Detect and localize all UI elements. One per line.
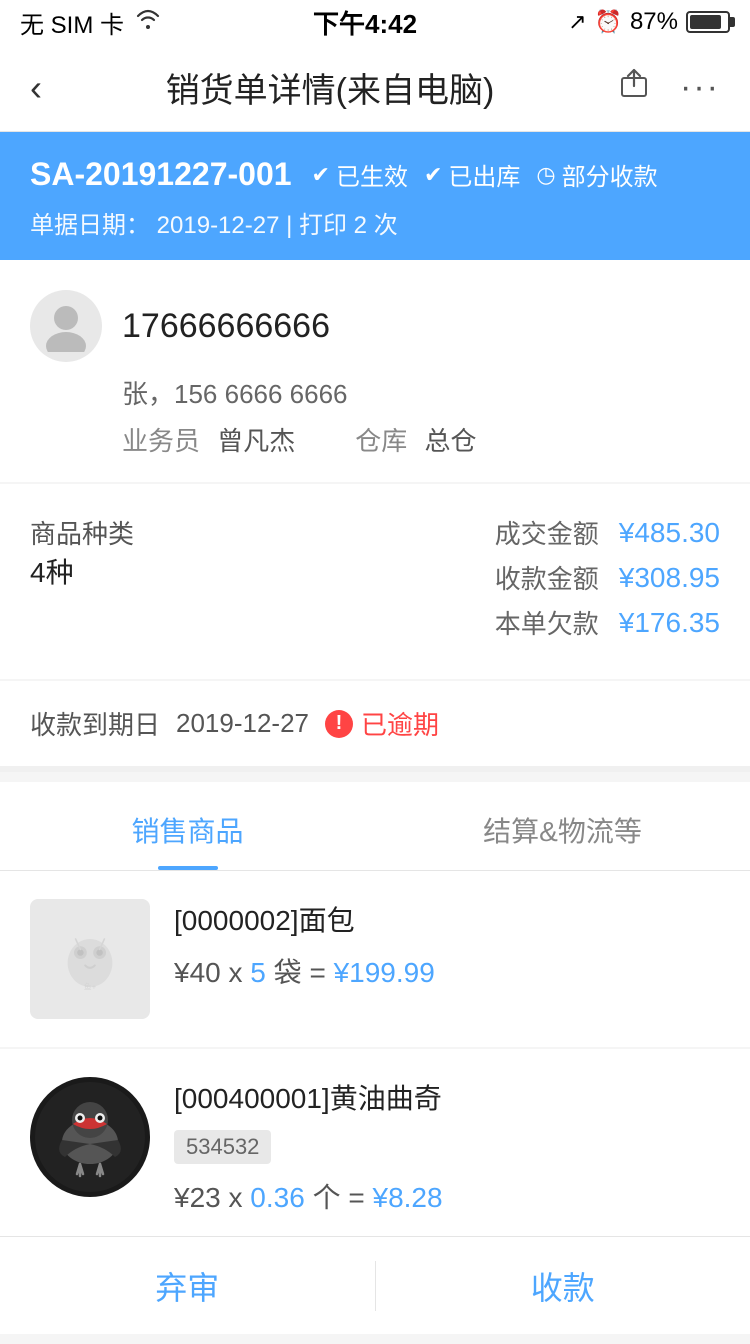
received-label: 收款金额: [495, 559, 599, 596]
meta-print: | 打印 2 次: [286, 212, 398, 239]
status-right: ↗ ⏰ 87%: [568, 8, 730, 36]
alarm-icon: ⏰: [595, 9, 622, 35]
nav-actions: ···: [618, 68, 720, 108]
product-info-1: [0000002]面包 ¥40 x 5 袋 = ¥199.99: [174, 899, 720, 991]
deal-amount-row: 成交金额 ¥485.30: [495, 514, 720, 551]
due-date-label: 收款到期日: [30, 705, 160, 742]
product-badge-2: 534532: [174, 1130, 271, 1164]
owed-label: 本单欠款: [495, 604, 599, 641]
back-button[interactable]: ‹: [30, 67, 42, 109]
order-id: SA-20191227-001: [30, 156, 292, 193]
customer-section: 17666666666 张，156 6666 6666 业务员 曾凡杰 仓库 总…: [0, 260, 750, 482]
meta-date: 2019-12-27: [157, 212, 280, 239]
nav-bar: ‹ 销货单详情(来自电脑) ···: [0, 44, 750, 132]
customer-name: 张，156 6666 6666: [122, 374, 720, 411]
received-row: 收款金额 ¥308.95: [495, 559, 720, 596]
received-value: ¥308.95: [619, 562, 720, 594]
tabs: 销售商品 结算&物流等: [0, 782, 750, 871]
warehouse-name: 总仓: [425, 426, 477, 456]
unit-1: 袋: [274, 957, 302, 988]
staff-label: 业务员: [122, 426, 200, 456]
staff-info: 业务员 曾凡杰: [122, 421, 295, 458]
wifi-icon: [134, 8, 162, 36]
collect-button[interactable]: 收款: [376, 1243, 750, 1329]
overdue-badge: ! 已逾期: [325, 705, 439, 742]
warehouse-info: 仓库 总仓: [355, 421, 476, 458]
deal-amount-label: 成交金额: [495, 514, 599, 551]
total-2: ¥8.28: [373, 1182, 443, 1213]
unit-2: 个: [313, 1182, 341, 1213]
check-icon-2: ✔: [424, 162, 442, 188]
share-button[interactable]: [618, 68, 650, 108]
order-meta: 单据日期： 2019-12-27 | 打印 2 次: [30, 205, 720, 240]
status-left: 无 SIM 卡: [20, 5, 162, 40]
status-time: 下午4:42: [313, 4, 417, 41]
staff-name: 曾凡杰: [217, 426, 295, 456]
staff-row: 业务员 曾凡杰 仓库 总仓: [122, 421, 720, 458]
customer-id: 17666666666: [122, 307, 330, 346]
status-tag-partial: ◷ 部分收款: [536, 157, 657, 192]
price-1: ¥40: [174, 957, 221, 988]
category-label: 商品种类: [30, 519, 134, 549]
bottom-bar: 弃审 收款: [0, 1236, 750, 1334]
warehouse-label: 仓库: [355, 426, 407, 456]
category-value: 4种: [30, 557, 74, 588]
location-icon: ↗: [568, 9, 586, 35]
status-bar: 无 SIM 卡 下午4:42 ↗ ⏰ 87%: [0, 0, 750, 44]
status-tag-shipped: ✔ 已出库: [424, 157, 520, 192]
status-effective: 已生效: [336, 157, 408, 192]
product-price-2: ¥23 x 0.36 个 = ¥8.28: [174, 1176, 720, 1216]
owed-row: 本单欠款 ¥176.35: [495, 604, 720, 641]
owed-value: ¥176.35: [619, 607, 720, 639]
order-header: SA-20191227-001 ✔ 已生效 ✔ 已出库 ◷ 部分收款 单据日期：…: [0, 132, 750, 260]
more-button[interactable]: ···: [680, 68, 720, 107]
status-shipped: 已出库: [448, 157, 520, 192]
product-price-1: ¥40 x 5 袋 = ¥199.99: [174, 951, 720, 991]
product-list: 鱼+ [0000002]面包 ¥40 x 5 袋 = ¥199.99: [0, 871, 750, 1244]
product-name-2: [000400001]黄油曲奇: [174, 1077, 720, 1117]
reject-button[interactable]: 弃审: [0, 1243, 375, 1329]
summary-left: 商品种类 4种: [30, 514, 134, 591]
status-tags: ✔ 已生效 ✔ 已出库 ◷ 部分收款: [312, 157, 658, 192]
product-info-2: [000400001]黄油曲奇 534532 ¥23 x 0.36 个 = ¥8…: [174, 1077, 720, 1216]
battery-icon: [686, 11, 730, 33]
check-icon-1: ✔: [312, 162, 330, 188]
carrier-label: 无 SIM 卡: [20, 5, 124, 40]
overdue-text: 已逾期: [361, 705, 439, 742]
list-item: [000400001]黄油曲奇 534532 ¥23 x 0.36 个 = ¥8…: [0, 1049, 750, 1244]
due-date: 2019-12-27: [176, 708, 309, 739]
status-partial: 部分收款: [562, 157, 658, 192]
order-id-row: SA-20191227-001 ✔ 已生效 ✔ 已出库 ◷ 部分收款: [30, 156, 720, 193]
deal-amount-value: ¥485.30: [619, 517, 720, 549]
list-item: 鱼+ [0000002]面包 ¥40 x 5 袋 = ¥199.99: [0, 871, 750, 1047]
product-name-1: [0000002]面包: [174, 899, 720, 939]
avatar: [30, 290, 102, 362]
product-thumb-1: 鱼+: [30, 899, 150, 1019]
battery-percent: 87%: [630, 8, 678, 36]
price-2: ¥23: [174, 1182, 221, 1213]
tab-settlement[interactable]: 结算&物流等: [375, 782, 750, 870]
qty-1: 5: [250, 957, 266, 988]
page-title: 销货单详情(来自电脑): [166, 63, 495, 112]
tab-sales-products[interactable]: 销售商品: [0, 782, 375, 870]
customer-row: 17666666666: [30, 290, 720, 362]
svg-text:鱼+: 鱼+: [84, 981, 97, 991]
clock-icon: ◷: [536, 162, 555, 188]
qty-2: 0.36: [250, 1182, 305, 1213]
due-section: 收款到期日 2019-12-27 ! 已逾期: [0, 681, 750, 772]
summary-right: 成交金额 ¥485.30 收款金额 ¥308.95 本单欠款 ¥176.35: [495, 514, 720, 649]
summary-section: 商品种类 4种 成交金额 ¥485.30 收款金额 ¥308.95 本单欠款 ¥…: [0, 484, 750, 679]
overdue-icon: !: [325, 710, 353, 738]
status-tag-effective: ✔ 已生效: [312, 157, 408, 192]
meta-date-label: 单据日期：: [30, 212, 150, 239]
product-thumb-2: [30, 1077, 150, 1197]
total-1: ¥199.99: [334, 957, 435, 988]
